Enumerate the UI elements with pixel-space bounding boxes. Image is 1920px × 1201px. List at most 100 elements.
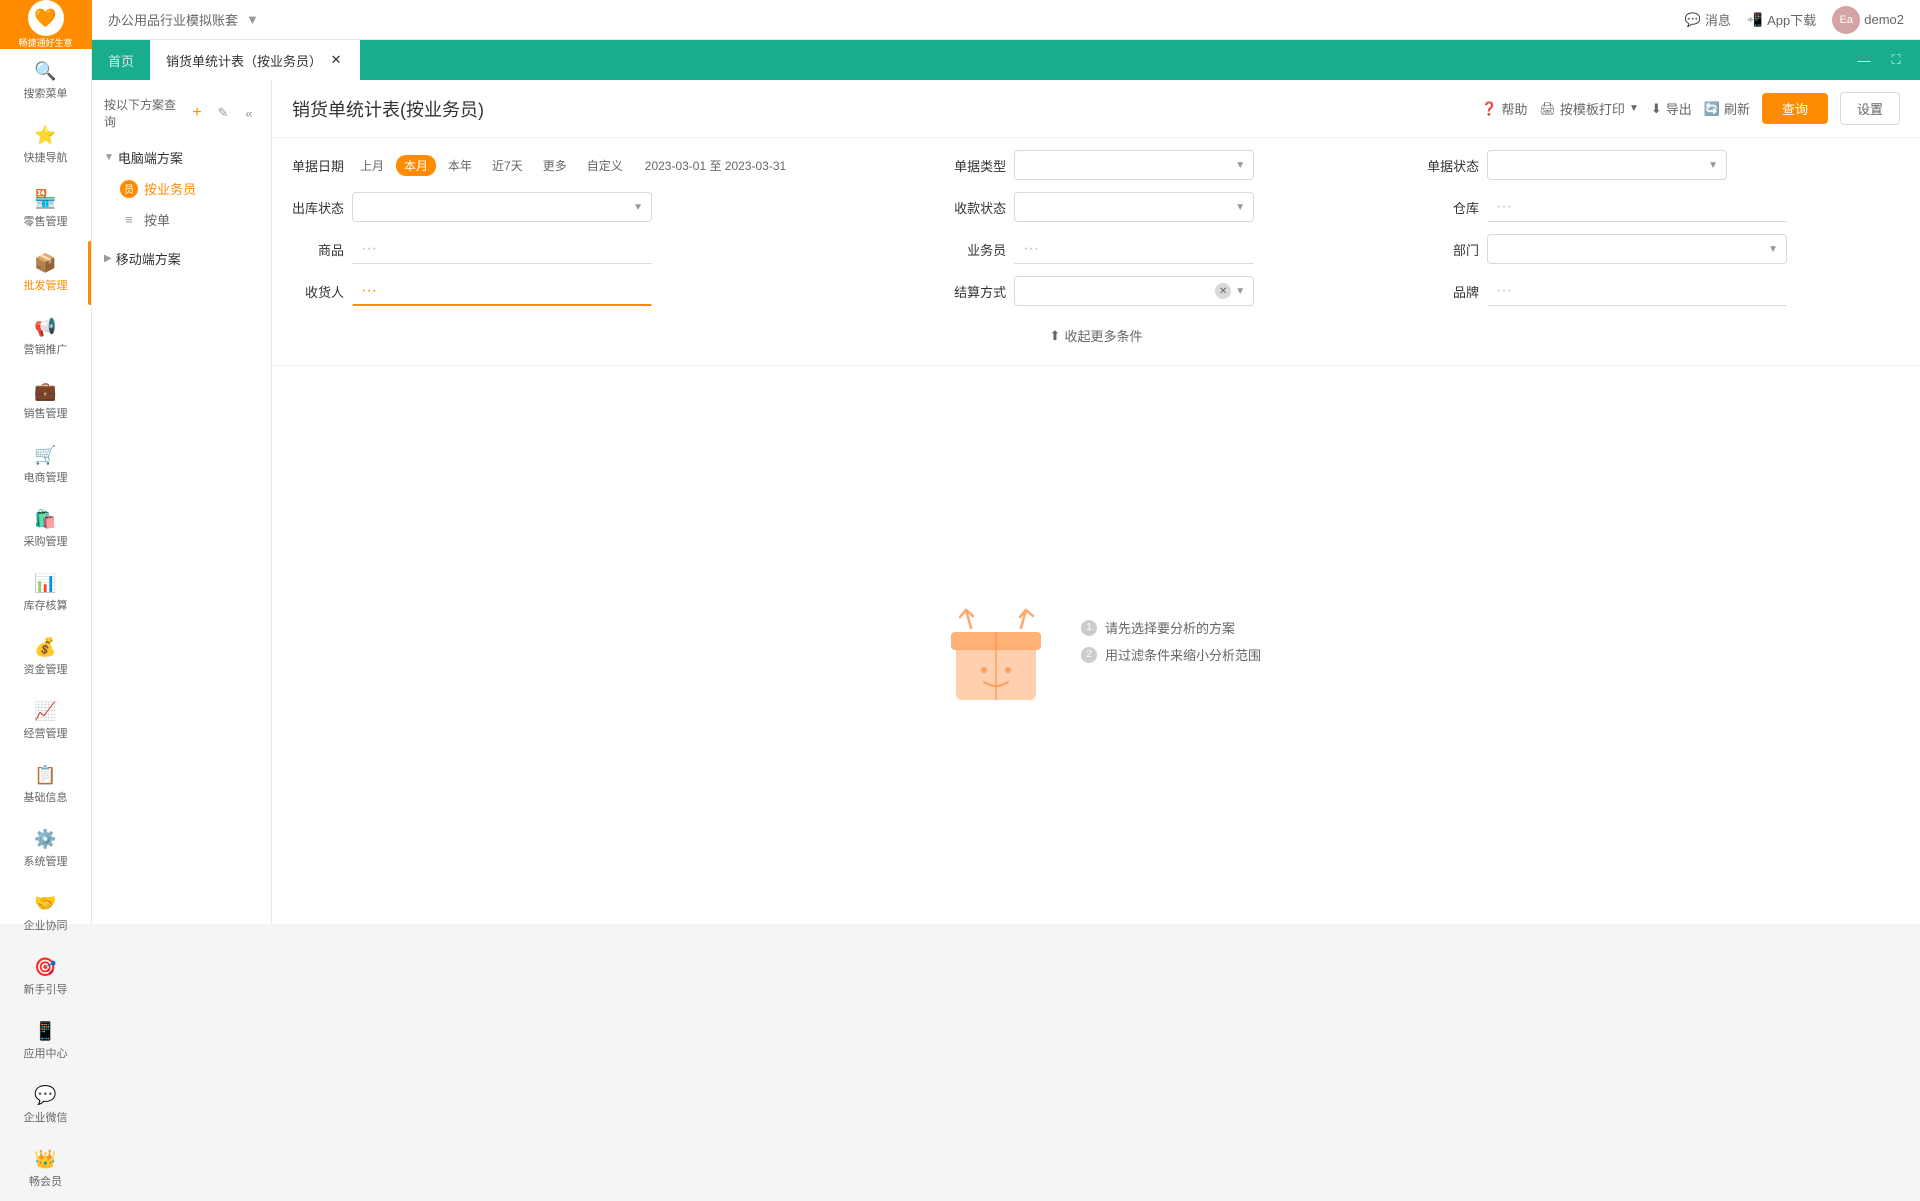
warehouse-dots: ··· bbox=[1496, 198, 1512, 216]
tabbar: 首页 销货单统计表（按业务员） ✕ — ⛶ bbox=[92, 40, 1920, 80]
settlement-select[interactable]: ✕ ▼ bbox=[1014, 276, 1254, 306]
filter-payment-status: 收款状态 ▼ bbox=[954, 192, 1427, 222]
order-scheme-label: 按单 bbox=[144, 210, 170, 229]
collapse-btn[interactable]: ⬆ 收起更多条件 bbox=[1050, 326, 1143, 345]
ops-icon: 📈 bbox=[34, 701, 56, 722]
scheme-by-salesperson[interactable]: 员 按业务员 bbox=[92, 173, 271, 204]
tab-close-icon[interactable]: ✕ bbox=[328, 52, 344, 68]
filter-row-2: 出库状态 ▼ 收款状态 ▼ bbox=[292, 192, 1900, 222]
sidebar-item-basic[interactable]: 📋 基础信息 bbox=[0, 753, 91, 817]
sidebar-item-coop-label: 企业协同 bbox=[24, 917, 68, 933]
doc-status-select[interactable]: ▼ bbox=[1487, 150, 1727, 180]
order-scheme-icon: ≡ bbox=[120, 211, 138, 229]
sidebar-item-retail[interactable]: 🏪 零售管理 bbox=[0, 177, 91, 241]
empty-state: 1 请先选择要分析的方案 2 用过滤条件来缩小分析范围 bbox=[272, 366, 1920, 924]
refresh-btn[interactable]: 🔄 刷新 bbox=[1704, 99, 1750, 118]
sidebar-item-marketing[interactable]: 📢 营销推广 bbox=[0, 305, 91, 369]
sidebar-item-corp-wechat[interactable]: 💬 企业微信 bbox=[0, 1073, 91, 1137]
doc-type-label: 单据类型 bbox=[954, 156, 1014, 175]
empty-state-content: 1 请先选择要分析的方案 2 用过滤条件来缩小分析范围 bbox=[931, 580, 1261, 710]
add-scheme-btn[interactable]: + bbox=[187, 103, 207, 123]
message-btn[interactable]: 💬 消息 bbox=[1685, 10, 1731, 29]
tab-minimize-btn[interactable]: — bbox=[1848, 44, 1880, 76]
date-tab-more[interactable]: 更多 bbox=[535, 155, 575, 176]
consignee-input[interactable]: ··· bbox=[352, 276, 652, 306]
help-icon: ❓ bbox=[1481, 101, 1497, 117]
download-icon: 📲 bbox=[1747, 12, 1763, 28]
search-icon: 🔍 bbox=[34, 61, 56, 82]
mobile-section-header[interactable]: ▶ 移动端方案 bbox=[92, 243, 271, 274]
sidebar-item-wholesale[interactable]: 📦 批发管理 bbox=[0, 241, 91, 305]
sidebar-item-newbie[interactable]: 🎯 新手引导 bbox=[0, 945, 91, 1009]
desktop-section-header[interactable]: ▼ 电脑端方案 bbox=[92, 142, 271, 173]
sidebar-item-ecom[interactable]: 🛒 电商管理 bbox=[0, 433, 91, 497]
brand-input[interactable]: ··· bbox=[1487, 276, 1787, 306]
app-download-btn[interactable]: 📲 App下载 bbox=[1747, 10, 1816, 29]
filter-row-1: 单据日期 上月 本月 本年 近7天 更多 自定义 2023-03-01 至 20… bbox=[292, 150, 1900, 180]
goods-input[interactable]: ··· bbox=[352, 234, 652, 264]
user-profile-btn[interactable]: Ea demo2 bbox=[1832, 6, 1904, 34]
filter-warehouse: 仓库 ··· bbox=[1427, 192, 1900, 222]
help-btn[interactable]: ❓ 帮助 bbox=[1481, 99, 1527, 118]
dept-select[interactable]: ▼ bbox=[1487, 234, 1787, 264]
sidebar-item-purchase[interactable]: 🛍️ 采购管理 bbox=[0, 497, 91, 561]
export-btn[interactable]: ⬇ 导出 bbox=[1651, 99, 1692, 118]
edit-scheme-btn[interactable]: ✎ bbox=[213, 103, 233, 123]
tab-home-label: 首页 bbox=[108, 51, 134, 70]
dept-chevron-icon: ▼ bbox=[1768, 244, 1778, 255]
sidebar-item-inventory[interactable]: 📊 库存核算 bbox=[0, 561, 91, 625]
sidebar-item-system[interactable]: ⚙️ 系统管理 bbox=[0, 817, 91, 881]
wholesale-icon: 📦 bbox=[34, 253, 56, 274]
settlement-clear-btn[interactable]: ✕ bbox=[1215, 283, 1231, 299]
salesperson-scheme-label: 按业务员 bbox=[144, 179, 196, 198]
settings-button[interactable]: 设置 bbox=[1840, 92, 1900, 125]
tab-sales-stat[interactable]: 销货单统计表（按业务员） ✕ bbox=[150, 40, 360, 80]
date-tab-last-7days[interactable]: 近7天 bbox=[484, 155, 531, 176]
sidebar-item-search[interactable]: 🔍 搜索菜单 bbox=[0, 49, 91, 113]
sidebar-item-sales-label: 销售管理 bbox=[24, 405, 68, 421]
template-print-btn[interactable]: 🖨 按模板打印 ▼ bbox=[1539, 99, 1638, 118]
date-tab-this-month[interactable]: 本月 bbox=[396, 155, 436, 176]
app-download-label: App下载 bbox=[1767, 10, 1816, 29]
scheme-by-order[interactable]: ≡ 按单 bbox=[92, 204, 271, 235]
left-panel-title: 按以下方案查询 bbox=[104, 96, 181, 130]
system-icon: ⚙️ bbox=[34, 829, 56, 850]
sidebar-item-coop[interactable]: 🤝 企业协同 bbox=[0, 881, 91, 945]
sidebar-item-finance[interactable]: 💰 资金管理 bbox=[0, 625, 91, 689]
marketing-icon: 📢 bbox=[34, 317, 56, 338]
sidebar-item-basic-label: 基础信息 bbox=[24, 789, 68, 805]
collapse-panel-btn[interactable]: « bbox=[239, 103, 259, 123]
collapse-icon: « bbox=[245, 106, 252, 121]
payment-status-select[interactable]: ▼ bbox=[1014, 192, 1254, 222]
tab-maximize-btn[interactable]: ⛶ bbox=[1880, 44, 1912, 76]
consignee-label: 收货人 bbox=[292, 282, 352, 301]
date-tab-last-month[interactable]: 上月 bbox=[352, 155, 392, 176]
doc-type-chevron-icon: ▼ bbox=[1235, 160, 1245, 171]
sidebar-item-membership[interactable]: 👑 畅会员 bbox=[0, 1137, 91, 1201]
query-button[interactable]: 查询 bbox=[1762, 93, 1828, 124]
date-tab-this-year[interactable]: 本年 bbox=[440, 155, 480, 176]
date-tab-custom[interactable]: 自定义 bbox=[579, 155, 631, 176]
date-label: 单据日期 bbox=[292, 156, 352, 175]
salesperson-input[interactable]: ··· bbox=[1014, 234, 1254, 264]
filter-brand: 品牌 ··· bbox=[1427, 276, 1900, 306]
sidebar-item-sales[interactable]: 💼 销售管理 bbox=[0, 369, 91, 433]
empty-state-step-1: 1 请先选择要分析的方案 bbox=[1081, 618, 1261, 637]
tab-home[interactable]: 首页 bbox=[92, 40, 150, 80]
goods-dots: ··· bbox=[361, 240, 377, 258]
refresh-icon: 🔄 bbox=[1704, 101, 1720, 117]
mobile-section-label: 移动端方案 bbox=[116, 249, 181, 268]
user-name: demo2 bbox=[1864, 12, 1904, 27]
doc-type-select[interactable]: ▼ bbox=[1014, 150, 1254, 180]
app-center-icon: 📱 bbox=[34, 1021, 56, 1042]
sidebar-item-ops[interactable]: 📈 经营管理 bbox=[0, 689, 91, 753]
topbar-dropdown-icon[interactable]: ▼ bbox=[246, 12, 259, 27]
sidebar-item-quick-nav[interactable]: ⭐ 快捷导航 bbox=[0, 113, 91, 177]
out-status-select[interactable]: ▼ bbox=[352, 192, 652, 222]
purchase-icon: 🛍️ bbox=[34, 509, 56, 530]
warehouse-input[interactable]: ··· bbox=[1487, 192, 1787, 222]
export-icon: ⬇ bbox=[1651, 101, 1662, 117]
sidebar-item-app-center[interactable]: 📱 应用中心 bbox=[0, 1009, 91, 1073]
left-panel-header-actions: + ✎ « bbox=[187, 103, 259, 123]
sidebar-item-system-label: 系统管理 bbox=[24, 853, 68, 869]
